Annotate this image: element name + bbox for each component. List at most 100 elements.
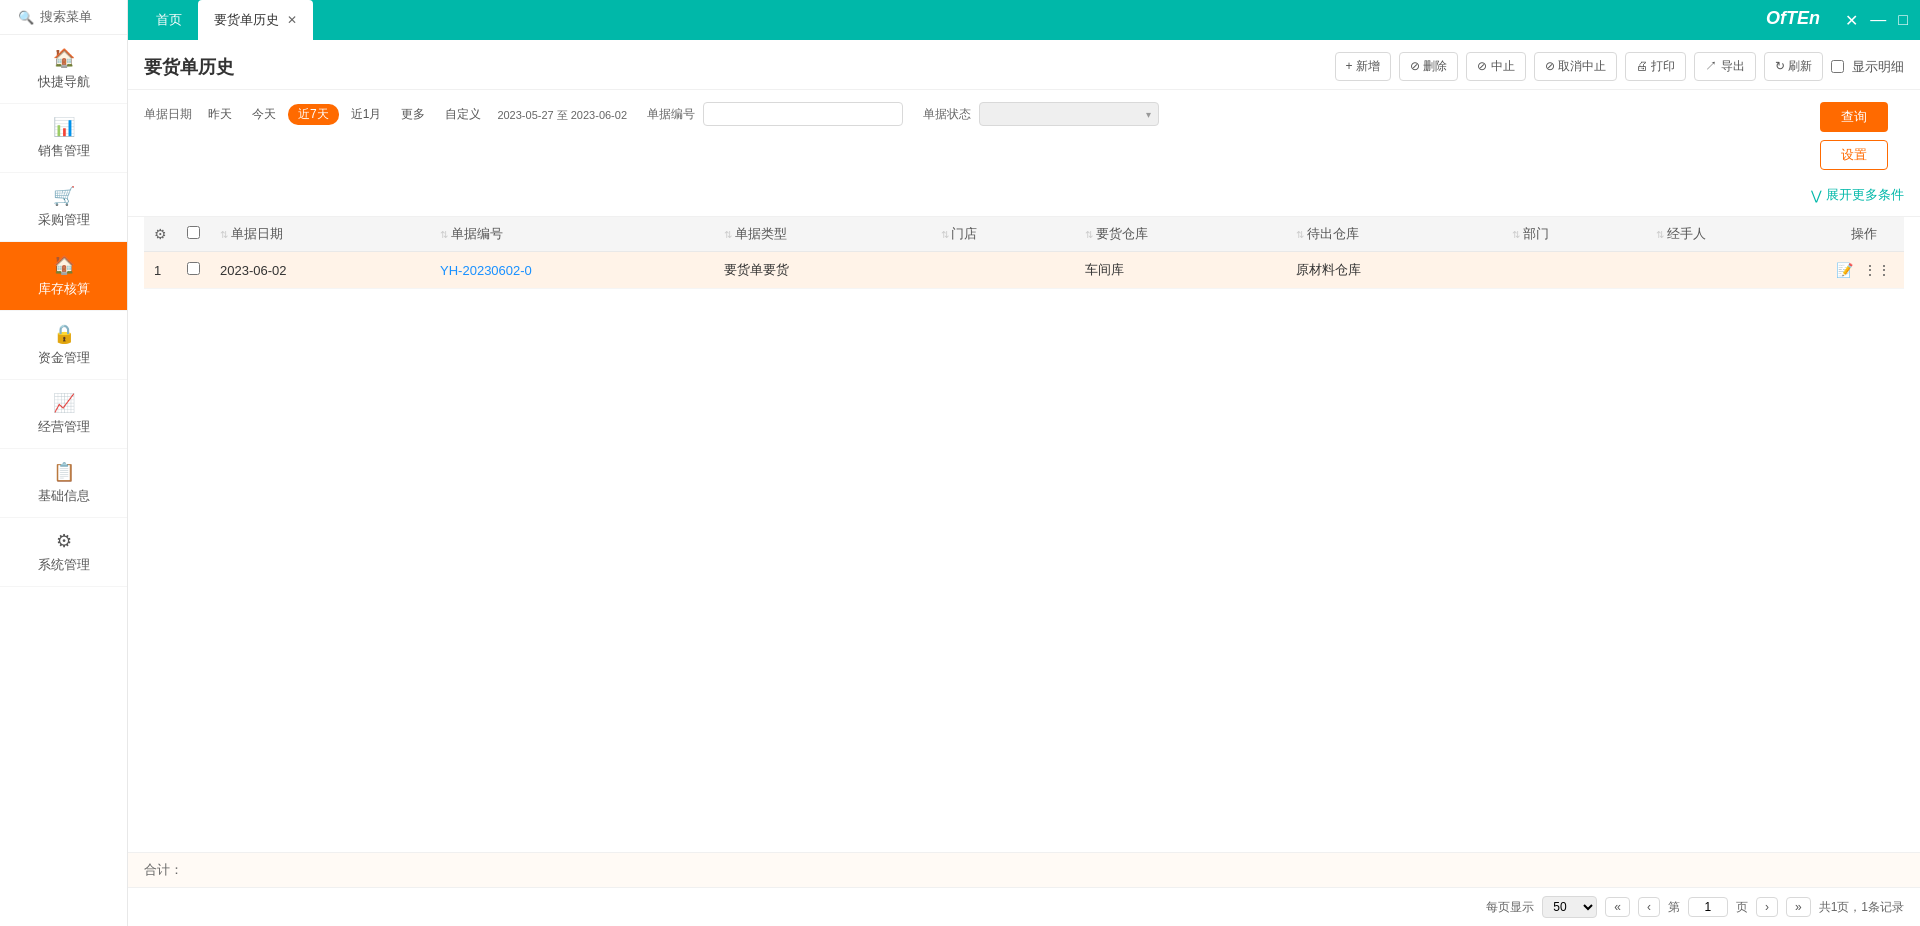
sidebar-item-quick-nav[interactable]: 🏠 快捷导航 [0, 35, 127, 104]
show-detail-checkbox[interactable]: 显示明细 [1831, 58, 1904, 76]
pagination-total-info: 共1页，1条记录 [1819, 899, 1904, 916]
sidebar-item-purchase[interactable]: 🛒 采购管理 [0, 173, 127, 242]
date-option-today[interactable]: 今天 [244, 104, 284, 125]
tab-close-icon[interactable]: ✕ [287, 13, 297, 27]
sidebar-item-label: 销售管理 [38, 142, 90, 160]
sidebar-item-sales[interactable]: 📊 销售管理 [0, 104, 127, 173]
filter-group-status: 单据状态 [923, 102, 1159, 126]
sidebar-item-label: 库存核算 [38, 280, 90, 298]
row-req-warehouse: 车间库 [1075, 252, 1286, 289]
col-date[interactable]: 单据日期 [210, 217, 430, 252]
doc-number-input[interactable] [703, 102, 903, 126]
date-option-yesterday[interactable]: 昨天 [200, 104, 240, 125]
topbar-right: ✕ — □ [1845, 11, 1908, 30]
expand-more-label: 展开更多条件 [1826, 186, 1904, 204]
expand-more-btn[interactable]: ⋁ 展开更多条件 [1811, 186, 1904, 204]
filter-row-1: 单据日期 昨天 今天 近7天 近1月 更多 自定义 2023-05-27 至 2… [144, 102, 1804, 126]
pagination-first-btn[interactable]: « [1605, 897, 1630, 917]
pagination-page-prefix: 第 [1668, 899, 1680, 916]
settings-button[interactable]: 设置 [1820, 140, 1888, 170]
sidebar-search[interactable]: 🔍 搜索菜单 [0, 0, 127, 35]
row-select-checkbox[interactable] [187, 262, 200, 275]
data-table: ⚙ 单据日期 单据编号 单据类型 [144, 217, 1904, 289]
filter-second-row: ⋁ 展开更多条件 [144, 178, 1904, 204]
delete-button[interactable]: ⊘ 删除 [1399, 52, 1458, 81]
pagination-next-btn[interactable]: › [1756, 897, 1778, 917]
col-checkbox [177, 217, 210, 252]
table-container: ⚙ 单据日期 单据编号 单据类型 [128, 217, 1920, 852]
cart-icon: 🛒 [53, 185, 75, 207]
sidebar: 🔍 搜索菜单 🏠 快捷导航 📊 销售管理 🛒 采购管理 🏠 库存核算 🔒 资金管… [0, 0, 128, 926]
status-select[interactable] [979, 102, 1159, 126]
window-maximize-icon[interactable]: □ [1898, 11, 1908, 29]
export-button[interactable]: ↗ 导出 [1694, 52, 1755, 81]
sidebar-item-inventory[interactable]: 🏠 库存核算 [0, 242, 127, 311]
more-icon[interactable]: ⋮⋮ [1861, 260, 1893, 280]
date-range-display: 2023-05-27 至 2023-06-02 [497, 108, 627, 123]
col-action: 操作 [1824, 217, 1904, 252]
pagination-page-suffix: 页 [1736, 899, 1748, 916]
filter-main: 单据日期 昨天 今天 近7天 近1月 更多 自定义 2023-05-27 至 2… [144, 102, 1904, 170]
window-minimize-icon[interactable]: — [1870, 11, 1886, 29]
sidebar-item-operation[interactable]: 📈 经营管理 [0, 380, 127, 449]
table-row[interactable]: 1 2023-06-02 YH-20230602-0 要货单要货 车间库 原材料… [144, 252, 1904, 289]
per-page-select[interactable]: 50 100 [1542, 896, 1597, 918]
edit-icon[interactable]: 📝 [1834, 260, 1855, 280]
row-actions: 📝 ⋮⋮ [1824, 252, 1904, 289]
col-handler[interactable]: 经手人 [1646, 217, 1824, 252]
pagination-prev-btn[interactable]: ‹ [1638, 897, 1660, 917]
col-number[interactable]: 单据编号 [430, 217, 714, 252]
row-number: YH-20230602-0 [430, 252, 714, 289]
sidebar-item-base[interactable]: 📋 基础信息 [0, 449, 127, 518]
date-option-more[interactable]: 更多 [393, 104, 433, 125]
sidebar-item-finance[interactable]: 🔒 资金管理 [0, 311, 127, 380]
query-button[interactable]: 查询 [1820, 102, 1888, 132]
row-number-link[interactable]: YH-20230602-0 [440, 263, 532, 278]
pagination-last-btn[interactable]: » [1786, 897, 1811, 917]
date-option-1month[interactable]: 近1月 [343, 104, 390, 125]
table-footer: 合计： [128, 852, 1920, 887]
topbar: 首页 要货单历史 ✕ ✕ — □ OfTEn [128, 0, 1920, 40]
operation-icon: 📈 [53, 392, 75, 414]
pagination-page-input[interactable] [1688, 897, 1728, 917]
sidebar-item-label: 资金管理 [38, 349, 90, 367]
main-content: 首页 要货单历史 ✕ ✕ — □ OfTEn 要货单历史 + 新增 ⊘ 删除 ⊘… [128, 0, 1920, 926]
new-button[interactable]: + 新增 [1335, 52, 1391, 81]
home-icon: 🏠 [53, 47, 75, 69]
show-detail-label: 显示明细 [1852, 58, 1904, 76]
window-close-icon[interactable]: ✕ [1845, 11, 1858, 30]
col-store[interactable]: 门店 [931, 217, 1075, 252]
refresh-button[interactable]: ↻ 刷新 [1764, 52, 1823, 81]
row-type: 要货单要货 [714, 252, 930, 289]
row-pending-warehouse: 原材料仓库 [1286, 252, 1502, 289]
row-checkbox [177, 252, 210, 289]
show-detail-check[interactable] [1831, 60, 1844, 73]
col-number-label: 单据编号 [451, 226, 503, 241]
sidebar-item-system[interactable]: ⚙ 系统管理 [0, 518, 127, 587]
suspend-button[interactable]: ⊘ 中止 [1466, 52, 1525, 81]
date-filter-label: 单据日期 [144, 106, 192, 123]
row-index: 1 [144, 252, 177, 289]
date-option-custom[interactable]: 自定义 [437, 104, 489, 125]
settings-gear-icon[interactable]: ⚙ [154, 226, 167, 242]
col-req-warehouse[interactable]: 要货仓库 [1075, 217, 1286, 252]
col-date-label: 单据日期 [231, 226, 283, 241]
col-department[interactable]: 部门 [1502, 217, 1646, 252]
tab-requisition-history[interactable]: 要货单历史 ✕ [198, 0, 313, 40]
select-all-checkbox[interactable] [187, 226, 200, 239]
col-action-label: 操作 [1851, 226, 1877, 241]
page-header: 要货单历史 + 新增 ⊘ 删除 ⊘ 中止 ⊘ 取消中止 🖨 打印 ↗ 导出 ↻ … [128, 40, 1920, 90]
toolbar: + 新增 ⊘ 删除 ⊘ 中止 ⊘ 取消中止 🖨 打印 ↗ 导出 ↻ 刷新 显示明… [1335, 52, 1904, 81]
col-settings: ⚙ [144, 217, 177, 252]
date-option-7days[interactable]: 近7天 [288, 104, 339, 125]
print-button[interactable]: 🖨 打印 [1625, 52, 1686, 81]
inventory-icon: 🏠 [53, 254, 75, 276]
tab-home[interactable]: 首页 [140, 0, 198, 40]
filter-area: 单据日期 昨天 今天 近7天 近1月 更多 自定义 2023-05-27 至 2… [128, 90, 1920, 217]
col-pending-warehouse[interactable]: 待出仓库 [1286, 217, 1502, 252]
col-type[interactable]: 单据类型 [714, 217, 930, 252]
sidebar-item-label: 采购管理 [38, 211, 90, 229]
search-icon: 🔍 [18, 10, 34, 25]
cancel-suspend-button[interactable]: ⊘ 取消中止 [1534, 52, 1617, 81]
col-type-label: 单据类型 [735, 226, 787, 241]
